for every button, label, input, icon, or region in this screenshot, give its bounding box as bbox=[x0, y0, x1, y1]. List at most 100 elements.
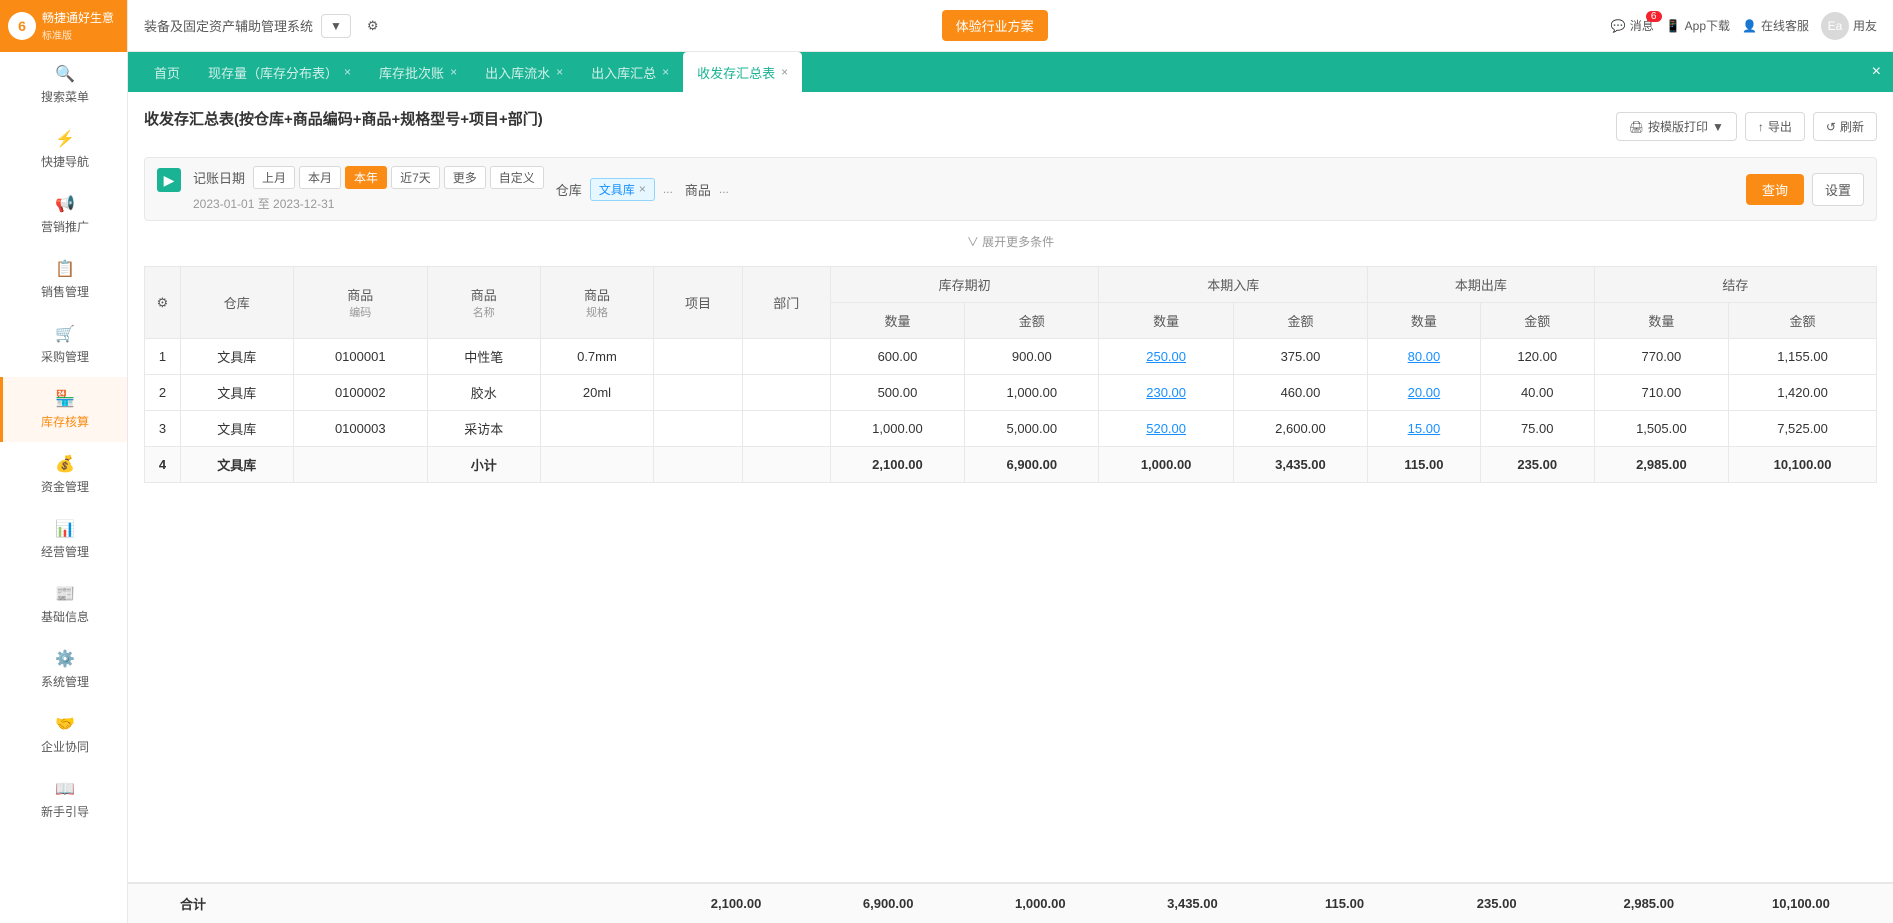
cell-goods-name: 胶水 bbox=[427, 375, 540, 411]
template-print-button[interactable]: 🖨 按模版打印 ▼ bbox=[1616, 112, 1737, 141]
sidebar-item-quicknav[interactable]: ⚡ 快捷导航 bbox=[0, 117, 127, 182]
cell-out-amt: 120.00 bbox=[1480, 339, 1594, 375]
date-btn-7days[interactable]: 近7天 bbox=[391, 166, 440, 189]
cell-project bbox=[654, 411, 742, 447]
goods-more[interactable]: ... bbox=[719, 182, 729, 196]
sidebar-item-sales[interactable]: 📋 销售管理 bbox=[0, 247, 127, 312]
cell-goods-spec: 20ml bbox=[540, 375, 654, 411]
enterprise-icon: 🤝 bbox=[55, 714, 75, 734]
refresh-button[interactable]: ↺ 刷新 bbox=[1813, 112, 1877, 141]
cell-dept bbox=[742, 447, 830, 483]
message-btn[interactable]: 💬 消息 6 bbox=[1611, 17, 1654, 34]
page-header: 收发存汇总表(按仓库+商品编码+商品+规格型号+项目+部门) 🖨 按模版打印 ▼… bbox=[144, 108, 1877, 145]
sidebar-item-enterprise[interactable]: 🤝 企业协同 bbox=[0, 702, 127, 767]
settings-icon-btn[interactable]: ⚙ bbox=[367, 18, 379, 34]
sidebar-item-finance[interactable]: 💰 资金管理 bbox=[0, 442, 127, 507]
template-icon: 🖨 bbox=[1629, 120, 1644, 134]
tabbar-close-btn[interactable]: × bbox=[1872, 63, 1881, 81]
tab-close-icon[interactable]: × bbox=[781, 65, 788, 79]
footer-out-amt: 235.00 bbox=[1421, 896, 1573, 911]
message-badge: 6 bbox=[1646, 11, 1662, 22]
expand-more-label: 展开更多条件 bbox=[982, 235, 1054, 249]
cell-closing-amt: 7,525.00 bbox=[1729, 411, 1877, 447]
cell-goods-spec bbox=[540, 447, 654, 483]
tab-close-icon[interactable]: × bbox=[450, 65, 457, 79]
sidebar-item-guide[interactable]: 📖 新手引导 bbox=[0, 767, 127, 832]
cell-closing-qty: 2,985.00 bbox=[1594, 447, 1728, 483]
sidebar-item-basic[interactable]: 📰 基础信息 bbox=[0, 572, 127, 637]
in-qty-link[interactable]: 230.00 bbox=[1146, 385, 1186, 400]
filter-toggle-button[interactable]: ▶ bbox=[157, 168, 181, 192]
expand-more-bar[interactable]: ∨ 展开更多条件 bbox=[144, 229, 1877, 254]
trial-button[interactable]: 体验行业方案 bbox=[942, 10, 1048, 41]
cell-dept bbox=[742, 375, 830, 411]
date-btn-custom[interactable]: 自定义 bbox=[490, 166, 544, 189]
cell-out-qty[interactable]: 20.00 bbox=[1368, 375, 1481, 411]
sidebar-item-label: 搜索菜单 bbox=[41, 88, 89, 105]
cell-in-qty[interactable]: 250.00 bbox=[1099, 339, 1233, 375]
user-abbr: Ea bbox=[1828, 19, 1843, 33]
cell-in-qty[interactable]: 520.00 bbox=[1099, 411, 1233, 447]
warehouse-tag[interactable]: 文具库 × bbox=[590, 178, 655, 201]
out-qty-link[interactable]: 15.00 bbox=[1408, 421, 1441, 436]
cell-goods-spec: 0.7mm bbox=[540, 339, 654, 375]
in-qty-link[interactable]: 250.00 bbox=[1146, 349, 1186, 364]
filter-action-buttons: 查询 设置 bbox=[1746, 173, 1864, 206]
query-button[interactable]: 查询 bbox=[1746, 174, 1804, 205]
in-qty-link[interactable]: 520.00 bbox=[1146, 421, 1186, 436]
tab-close-icon[interactable]: × bbox=[662, 65, 669, 79]
online-service-btn[interactable]: 👤 在线客服 bbox=[1742, 17, 1809, 34]
cell-dept bbox=[742, 339, 830, 375]
cell-out-amt: 235.00 bbox=[1480, 447, 1594, 483]
warehouse-more[interactable]: ... bbox=[663, 182, 673, 196]
date-btn-last-month[interactable]: 上月 bbox=[253, 166, 295, 189]
date-btn-this-month[interactable]: 本月 bbox=[299, 166, 341, 189]
tab-home-label: 首页 bbox=[154, 63, 180, 82]
tab-label: 出入库汇总 bbox=[591, 63, 656, 82]
system-dropdown[interactable]: ▼ bbox=[321, 14, 351, 38]
sidebar-item-inventory[interactable]: 🏪 库存核算 bbox=[0, 377, 127, 442]
sidebar-item-management[interactable]: 📊 经营管理 bbox=[0, 507, 127, 572]
system-title: 装备及固定资产辅助管理系统 bbox=[144, 16, 313, 35]
cell-project bbox=[654, 447, 742, 483]
date-range: 2023-01-01 至 2023-12-31 bbox=[193, 195, 544, 212]
footer-in-amt: 3,435.00 bbox=[1116, 896, 1268, 911]
tab-flow[interactable]: 出入库流水 × bbox=[471, 52, 577, 92]
tab-label: 现存量（库存分布表） bbox=[208, 63, 338, 82]
user-menu[interactable]: Ea 用友 bbox=[1821, 12, 1877, 40]
tab-batch[interactable]: 库存批次账 × bbox=[365, 52, 471, 92]
cell-out-qty[interactable]: 80.00 bbox=[1368, 339, 1481, 375]
tab-current-stock[interactable]: 现存量（库存分布表） × bbox=[194, 52, 365, 92]
th-opening: 库存期初 bbox=[830, 267, 1099, 303]
cell-in-qty[interactable]: 230.00 bbox=[1099, 375, 1233, 411]
user-label: 用友 bbox=[1853, 17, 1877, 34]
out-qty-link[interactable]: 20.00 bbox=[1408, 385, 1441, 400]
sidebar-item-marketing[interactable]: 📢 营销推广 bbox=[0, 182, 127, 247]
out-qty-link[interactable]: 80.00 bbox=[1408, 349, 1441, 364]
sidebar-item-search[interactable]: 🔍 搜索菜单 bbox=[0, 52, 127, 117]
sidebar-item-purchase[interactable]: 🛒 采购管理 bbox=[0, 312, 127, 377]
export-button[interactable]: ↑ 导出 bbox=[1745, 112, 1805, 141]
setting-button[interactable]: 设置 bbox=[1812, 173, 1864, 206]
warehouse-tag-close-icon[interactable]: × bbox=[639, 182, 646, 196]
tab-close-icon[interactable]: × bbox=[344, 65, 351, 79]
cell-opening-qty: 1,000.00 bbox=[830, 411, 964, 447]
date-btn-more[interactable]: 更多 bbox=[444, 166, 486, 189]
th-goods-spec: 商品规格 bbox=[540, 267, 654, 339]
cell-goods-name: 中性笔 bbox=[427, 339, 540, 375]
tab-home[interactable]: 首页 bbox=[140, 52, 194, 92]
date-btn-this-year[interactable]: 本年 bbox=[345, 166, 387, 189]
tab-close-icon[interactable]: × bbox=[556, 65, 563, 79]
page-title: 收发存汇总表(按仓库+商品编码+商品+规格型号+项目+部门) bbox=[144, 108, 543, 129]
tab-receive-summary[interactable]: 收发存汇总表 × bbox=[683, 52, 802, 92]
cell-closing-amt: 1,155.00 bbox=[1729, 339, 1877, 375]
export-icon: ↑ bbox=[1758, 120, 1764, 134]
app-download-btn[interactable]: 📱 App下载 bbox=[1666, 17, 1730, 34]
tab-label: 库存批次账 bbox=[379, 63, 444, 82]
cell-out-qty[interactable]: 15.00 bbox=[1368, 411, 1481, 447]
tab-summary[interactable]: 出入库汇总 × bbox=[577, 52, 683, 92]
cell-seq: 4 bbox=[145, 447, 181, 483]
table-row: 4 文具库 小计 2,100.00 6,900.00 1,000.00 3,43… bbox=[145, 447, 1877, 483]
sidebar-item-system[interactable]: ⚙️ 系统管理 bbox=[0, 637, 127, 702]
date-buttons: 上月 本月 本年 近7天 更多 自定义 bbox=[253, 166, 544, 189]
